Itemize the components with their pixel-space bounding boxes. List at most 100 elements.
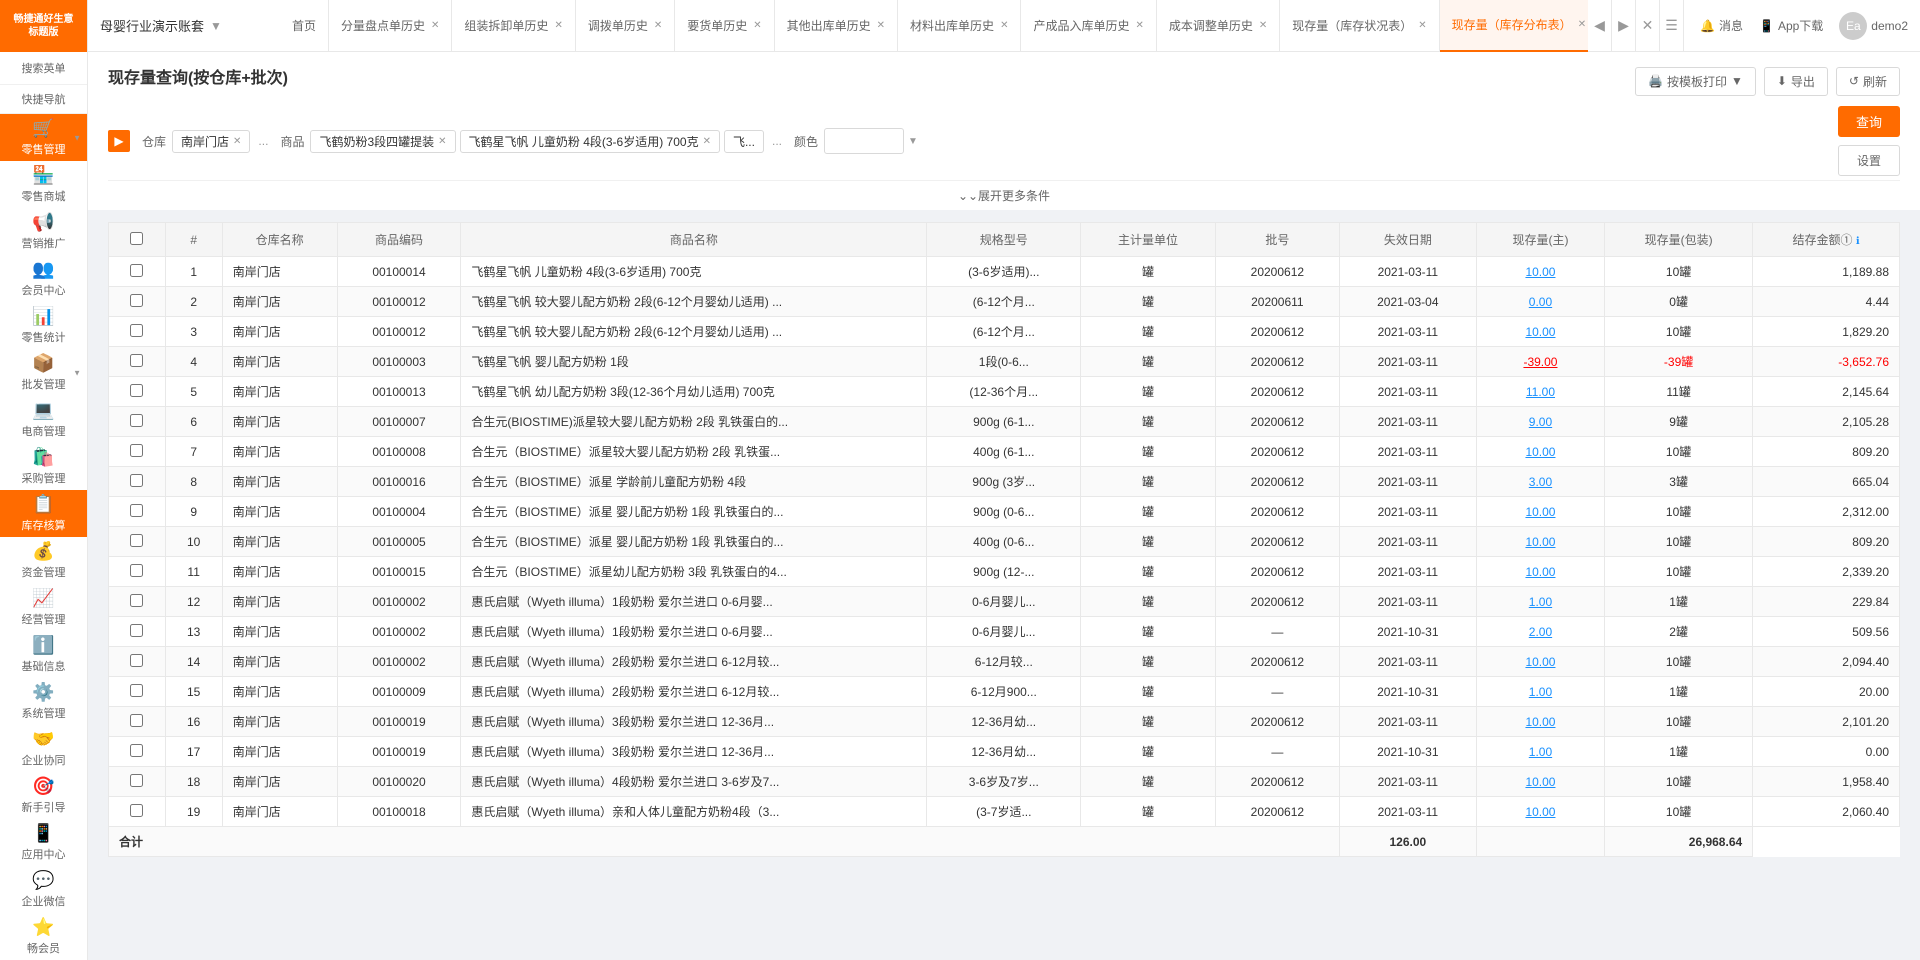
close-icon[interactable]: ✕: [554, 20, 562, 31]
export-btn[interactable]: ⬇ 导出: [1764, 67, 1828, 96]
cell-checkbox[interactable]: [109, 587, 166, 617]
tab-requisition[interactable]: 要货单历史 ✕: [675, 0, 774, 52]
info-icon[interactable]: ℹ: [1856, 236, 1860, 247]
sidebar-item-finance[interactable]: 💰 资金管理: [0, 537, 87, 584]
sidebar-item-newguide[interactable]: 🎯 新手引导: [0, 772, 87, 819]
sidebar-item-retail-mgmt[interactable]: 🛒 零售管理 ▼: [0, 114, 87, 161]
cell-qty-main[interactable]: 10.00: [1476, 317, 1604, 347]
sidebar-item-vip[interactable]: ⭐ 畅会员: [0, 913, 87, 960]
sidebar-item-corpwechat[interactable]: 💬 企业微信: [0, 866, 87, 913]
cell-qty-main[interactable]: 10.00: [1476, 257, 1604, 287]
cell-qty-main[interactable]: 10.00: [1476, 707, 1604, 737]
sidebar-item-inventory[interactable]: 📋 库存核算: [0, 490, 87, 537]
row-checkbox[interactable]: [130, 774, 143, 787]
setting-button[interactable]: 设置: [1838, 145, 1900, 176]
row-checkbox[interactable]: [130, 324, 143, 337]
sidebar-item-appcenter[interactable]: 📱 应用中心: [0, 819, 87, 866]
cell-qty-main[interactable]: 10.00: [1476, 647, 1604, 677]
row-checkbox[interactable]: [130, 474, 143, 487]
cell-qty-main[interactable]: 10.00: [1476, 797, 1604, 827]
cell-checkbox[interactable]: [109, 257, 166, 287]
cell-checkbox[interactable]: [109, 737, 166, 767]
tab-cost-adjust[interactable]: 成本调整单历史 ✕: [1157, 0, 1280, 52]
tab-split[interactable]: 分量盘点单历史 ✕: [329, 0, 452, 52]
cell-checkbox[interactable]: [109, 347, 166, 377]
close-icon[interactable]: ✕: [654, 20, 662, 31]
close-icon[interactable]: ✕: [703, 136, 711, 147]
cell-qty-main[interactable]: 0.00: [1476, 287, 1604, 317]
title-dropdown-arrow[interactable]: ▼: [210, 19, 222, 33]
close-icon[interactable]: ✕: [1418, 20, 1426, 31]
warehouse-tag[interactable]: 南岸门店 ✕: [172, 130, 250, 153]
print-dropdown-arrow[interactable]: ▼: [1731, 74, 1743, 88]
sidebar-item-wholesale[interactable]: 📦 批发管理 ▼: [0, 349, 87, 396]
tab-material-out[interactable]: 材料出库单历史 ✕: [898, 0, 1021, 52]
cell-checkbox[interactable]: [109, 407, 166, 437]
row-checkbox[interactable]: [130, 504, 143, 517]
cell-qty-main[interactable]: 1.00: [1476, 737, 1604, 767]
cell-checkbox[interactable]: [109, 797, 166, 827]
color-input[interactable]: [824, 128, 904, 154]
cell-qty-main[interactable]: 10.00: [1476, 497, 1604, 527]
close-icon[interactable]: ✕: [1000, 20, 1008, 31]
row-checkbox[interactable]: [130, 354, 143, 367]
row-checkbox[interactable]: [130, 294, 143, 307]
close-icon[interactable]: ✕: [233, 136, 241, 147]
sidebar-item-operations[interactable]: 📈 经营管理: [0, 584, 87, 631]
row-checkbox[interactable]: [130, 594, 143, 607]
tab-allocation[interactable]: 调拨单历史 ✕: [576, 0, 675, 52]
cell-checkbox[interactable]: [109, 287, 166, 317]
user-menu-btn[interactable]: Ea demo2: [1839, 12, 1908, 40]
sidebar-item-corp[interactable]: 🤝 企业协同: [0, 725, 87, 772]
message-btn[interactable]: 🔔 消息: [1700, 17, 1743, 34]
select-all-checkbox[interactable]: [130, 232, 143, 245]
close-icon[interactable]: ✕: [1135, 20, 1143, 31]
row-checkbox[interactable]: [130, 414, 143, 427]
row-checkbox[interactable]: [130, 714, 143, 727]
product-tag-more[interactable]: 飞...: [724, 130, 764, 153]
tab-stock-status[interactable]: 现存量（库存状况表） ✕: [1280, 0, 1439, 52]
row-checkbox[interactable]: [130, 804, 143, 817]
query-button[interactable]: 查询: [1838, 106, 1900, 137]
close-icon[interactable]: ✕: [877, 20, 885, 31]
print-btn[interactable]: 🖨️ 按模板打印 ▼: [1635, 67, 1756, 96]
sidebar-item-ecommerce[interactable]: 💻 电商管理: [0, 396, 87, 443]
cell-checkbox[interactable]: [109, 677, 166, 707]
row-checkbox[interactable]: [130, 534, 143, 547]
search-section[interactable]: 搜索英单: [0, 52, 87, 85]
tab-product-in[interactable]: 产成品入库单历史 ✕: [1021, 0, 1156, 52]
product-tag-2[interactable]: 飞鹤星飞帆 儿童奶粉 4段(3-6岁适用) 700克 ✕: [460, 130, 720, 153]
warehouse-more[interactable]: ...: [258, 134, 268, 148]
product-tag-1[interactable]: 飞鹤奶粉3段四罐提装 ✕: [310, 130, 455, 153]
close-icon[interactable]: ✕: [431, 20, 439, 31]
cell-checkbox[interactable]: [109, 617, 166, 647]
cell-qty-main[interactable]: 10.00: [1476, 527, 1604, 557]
cell-checkbox[interactable]: [109, 527, 166, 557]
close-icon[interactable]: ✕: [438, 136, 446, 147]
cell-checkbox[interactable]: [109, 647, 166, 677]
tab-other-out[interactable]: 其他出库单历史 ✕: [775, 0, 898, 52]
close-icon[interactable]: ✕: [1578, 19, 1586, 30]
cell-checkbox[interactable]: [109, 707, 166, 737]
cell-checkbox[interactable]: [109, 497, 166, 527]
cell-qty-main[interactable]: 2.00: [1476, 617, 1604, 647]
sidebar-item-retail-shop[interactable]: 🏪 零售商城: [0, 161, 87, 208]
nav-title[interactable]: 母婴行业演示账套 ▼: [100, 16, 280, 35]
sidebar-item-system[interactable]: ⚙️ 系统管理: [0, 678, 87, 725]
expand-more-btn[interactable]: ⌄⌄ 展开更多条件: [108, 180, 1900, 210]
row-checkbox[interactable]: [130, 684, 143, 697]
row-checkbox[interactable]: [130, 384, 143, 397]
sidebar-item-stats[interactable]: 📊 零售统计: [0, 302, 87, 349]
app-download-btn[interactable]: 📱 App下载: [1759, 17, 1823, 34]
col-checkbox[interactable]: [109, 223, 166, 257]
cell-qty-main[interactable]: 10.00: [1476, 437, 1604, 467]
row-checkbox[interactable]: [130, 624, 143, 637]
cell-checkbox[interactable]: [109, 557, 166, 587]
tab-close-btn[interactable]: ✕: [1636, 0, 1660, 52]
cell-qty-main[interactable]: 10.00: [1476, 767, 1604, 797]
cell-checkbox[interactable]: [109, 767, 166, 797]
close-icon[interactable]: ✕: [1259, 20, 1267, 31]
cell-qty-main[interactable]: 3.00: [1476, 467, 1604, 497]
row-checkbox[interactable]: [130, 444, 143, 457]
sidebar-item-marketing[interactable]: 📢 营销推广: [0, 208, 87, 255]
